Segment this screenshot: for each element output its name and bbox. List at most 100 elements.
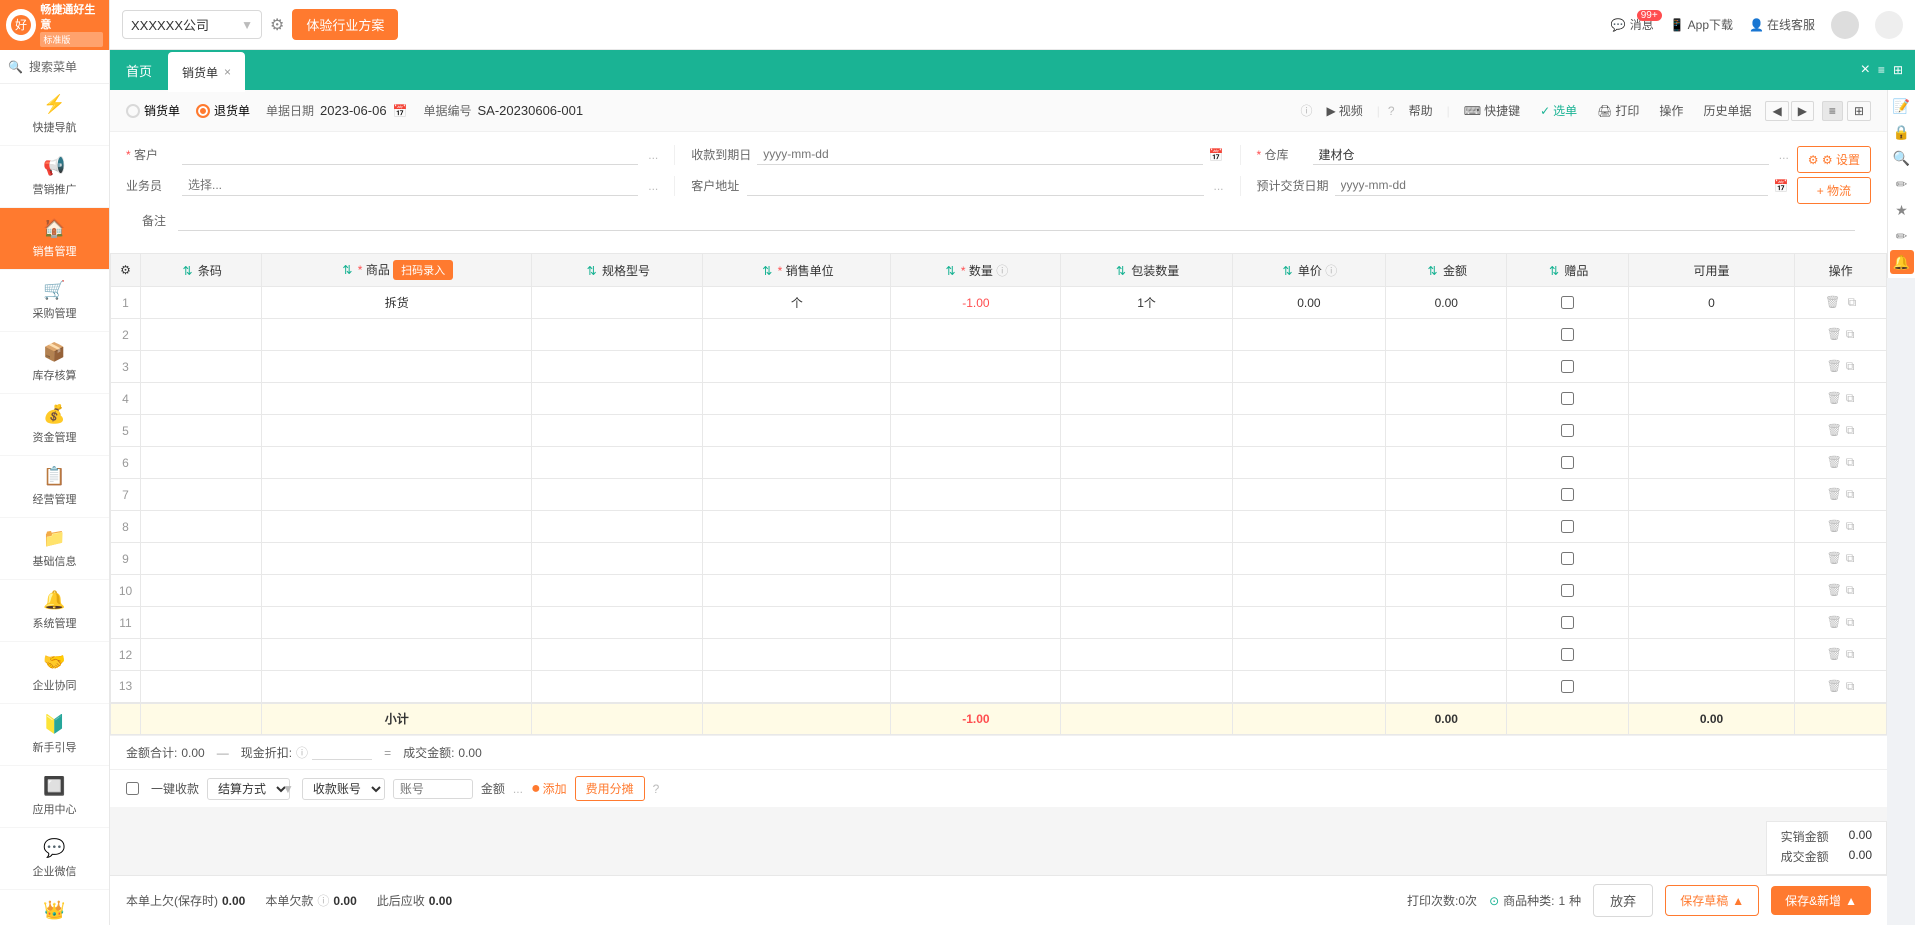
tab-sales-order[interactable]: 销货单 × — [168, 52, 245, 92]
company-selector[interactable]: XXXXXX公司 ▼ — [122, 10, 262, 39]
gift-checkbox[interactable] — [1561, 616, 1574, 629]
delete-icon[interactable]: 🗑 — [1827, 583, 1842, 597]
warehouse-dots[interactable]: ... — [1779, 148, 1789, 162]
th-sort-gift[interactable]: ⇅ — [1549, 264, 1559, 278]
account-select[interactable]: 收款账号 — [302, 778, 385, 800]
avatar[interactable] — [1831, 11, 1859, 39]
delete-icon[interactable]: 🗑 — [1827, 327, 1842, 341]
right-action-star[interactable]: ★ — [1890, 198, 1914, 222]
th-sort-barcode[interactable]: ⇅ — [183, 264, 193, 278]
copy-icon[interactable]: ⧉ — [1846, 519, 1855, 533]
operations-btn[interactable]: 操作 — [1653, 100, 1689, 121]
copy-icon[interactable]: ⧉ — [1846, 647, 1855, 661]
online-service-button[interactable]: 👤 在线客服 — [1749, 16, 1815, 33]
trial-button[interactable]: 体验行业方案 — [292, 9, 398, 40]
th-settings[interactable]: ⚙ — [111, 254, 141, 287]
copy-icon[interactable]: ⧉ — [1848, 295, 1857, 309]
sidebar-item-marketing[interactable]: 📢 营销推广 — [0, 146, 109, 208]
sidebar-item-system[interactable]: 🔔 系统管理 — [0, 580, 109, 642]
sidebar-item-quick-nav[interactable]: ⚡ 快捷导航 — [0, 84, 109, 146]
close-window-icon[interactable]: × — [1861, 61, 1870, 79]
sidebar-item-app-center[interactable]: 🔲 应用中心 — [0, 766, 109, 828]
delete-icon[interactable]: 🗑 — [1827, 679, 1842, 693]
gift-checkbox[interactable] — [1561, 488, 1574, 501]
th-sort-unit[interactable]: ⇅ — [762, 264, 772, 278]
right-action-edit[interactable]: ✏ — [1890, 172, 1914, 196]
save-new-button[interactable]: 保存&新增 ▲ — [1771, 886, 1871, 915]
next-btn[interactable]: ▶ — [1791, 101, 1814, 121]
calendar-icon[interactable]: 📅 — [393, 104, 408, 118]
delete-icon[interactable]: 🗑 — [1827, 551, 1842, 565]
th-sort-amount[interactable]: ⇅ — [1428, 264, 1438, 278]
sidebar-item-wechat[interactable]: 💬 企业微信 — [0, 828, 109, 890]
right-action-notes[interactable]: 📝 — [1890, 94, 1914, 118]
right-action-alert[interactable]: 🔔 — [1890, 250, 1914, 274]
row-qty[interactable]: -1.00 — [891, 287, 1061, 319]
expected-date-calendar-icon[interactable]: 📅 — [1774, 179, 1789, 193]
sidebar-item-basic-info[interactable]: 📁 基础信息 — [0, 518, 109, 580]
copy-icon[interactable]: ⧉ — [1846, 327, 1855, 341]
print-btn[interactable]: 🖨 打印 — [1591, 100, 1645, 121]
delete-icon[interactable]: 🗑 — [1827, 359, 1842, 373]
th-sort-qty[interactable]: ⇅ — [946, 264, 956, 278]
logistics-button[interactable]: + 物流 — [1797, 177, 1871, 204]
row-product[interactable]: 拆货 — [262, 287, 532, 319]
delete-icon[interactable]: 🗑 — [1827, 487, 1842, 501]
gift-checkbox[interactable] — [1561, 456, 1574, 469]
right-action-draw[interactable]: ✏ — [1890, 224, 1914, 248]
copy-icon[interactable]: ⧉ — [1846, 359, 1855, 373]
gift-checkbox[interactable] — [1561, 648, 1574, 661]
sidebar-item-sales[interactable]: 🏠 销售管理 — [0, 208, 109, 270]
notes-input[interactable] — [178, 210, 1855, 231]
list-btn[interactable]: ≡ — [1822, 101, 1843, 121]
sidebar-search[interactable]: 🔍 搜索菜单 — [0, 50, 109, 84]
row-unit[interactable]: 个 — [703, 287, 891, 319]
delete-icon[interactable]: 🗑 — [1825, 295, 1840, 309]
right-action-search[interactable]: 🔍 — [1890, 146, 1914, 170]
list-view-icon[interactable]: ≡ — [1878, 63, 1885, 77]
customer-addr-input[interactable] — [747, 175, 1203, 196]
grid-btn[interactable]: ⊞ — [1847, 101, 1871, 121]
tab-close-icon[interactable]: × — [224, 65, 231, 79]
grid-view-icon[interactable]: ⊞ — [1893, 63, 1903, 77]
customer-dots[interactable]: ... — [648, 148, 658, 162]
gift-checkbox[interactable] — [1561, 584, 1574, 597]
copy-icon[interactable]: ⧉ — [1846, 455, 1855, 469]
delete-icon[interactable]: 🗑 — [1827, 455, 1842, 469]
copy-icon[interactable]: ⧉ — [1846, 583, 1855, 597]
delete-icon[interactable]: 🗑 — [1827, 391, 1842, 405]
th-sort-product[interactable]: ⇅ — [342, 263, 352, 277]
scan-button[interactable]: 扫码录入 — [393, 260, 453, 280]
delete-icon[interactable]: 🗑 — [1827, 615, 1842, 629]
tab-home[interactable]: 首页 — [110, 50, 168, 90]
dots-icon[interactable]: ... — [513, 782, 523, 796]
customer-input[interactable] — [182, 144, 638, 165]
delete-icon[interactable]: 🗑 — [1827, 519, 1842, 533]
sidebar-item-inventory[interactable]: 📦 库存核算 — [0, 332, 109, 394]
copy-icon[interactable]: ⧉ — [1846, 551, 1855, 565]
one-click-pay-checkbox[interactable] — [126, 782, 139, 795]
salesperson-input[interactable] — [182, 175, 638, 196]
select-order-btn[interactable]: ✓ 选单 — [1534, 100, 1583, 121]
message-button[interactable]: 💬 消息 99+ — [1611, 16, 1654, 33]
copy-icon[interactable]: ⧉ — [1846, 391, 1855, 405]
th-sort-price[interactable]: ⇅ — [1282, 264, 1292, 278]
radio-sales-order[interactable]: 销货单 — [126, 102, 180, 119]
sidebar-item-guide[interactable]: 🔰 新手引导 — [0, 704, 109, 766]
due-date-calendar-icon[interactable]: 📅 — [1209, 148, 1224, 162]
row-unit-price[interactable]: 0.00 — [1232, 287, 1385, 319]
th-sort-spec[interactable]: ⇅ — [587, 264, 597, 278]
sidebar-item-finance[interactable]: 💰 资金管理 — [0, 394, 109, 456]
user-avatar-extra[interactable] — [1875, 11, 1903, 39]
delete-icon[interactable]: 🗑 — [1827, 647, 1842, 661]
expense-split-button[interactable]: 费用分摊 — [575, 776, 645, 801]
history-btn[interactable]: 历史单据 — [1697, 100, 1757, 121]
copy-icon[interactable]: ⧉ — [1846, 487, 1855, 501]
gift-checkbox[interactable] — [1561, 296, 1574, 309]
prev-btn[interactable]: ◀ — [1765, 101, 1788, 121]
gift-checkbox[interactable] — [1561, 680, 1574, 693]
shortcut-btn[interactable]: ⌨ 快捷键 — [1458, 100, 1526, 121]
sidebar-item-enterprise[interactable]: 🤝 企业协同 — [0, 642, 109, 704]
row-spec[interactable] — [532, 287, 703, 319]
help-btn[interactable]: 帮助 — [1403, 100, 1439, 121]
